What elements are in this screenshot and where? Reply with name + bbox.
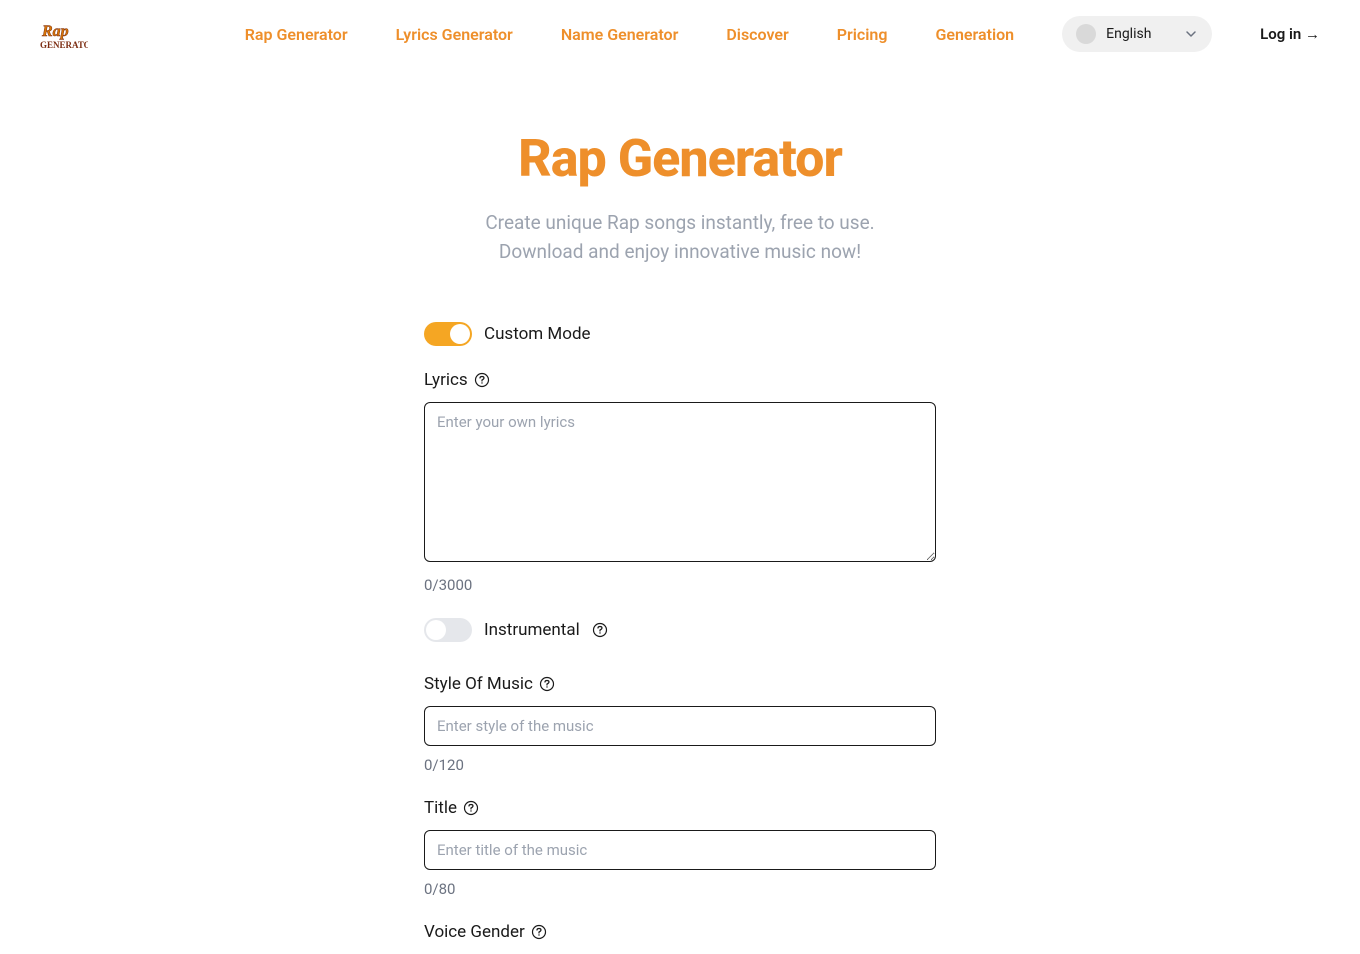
main-content: Rap Generator Create unique Rap songs in… <box>212 68 1148 942</box>
svg-text:GENERATOR: GENERATOR <box>40 40 88 50</box>
language-label: English <box>1106 26 1151 42</box>
toggle-knob <box>450 324 470 344</box>
header: Rap GENERATOR Rap Generator Lyrics Gener… <box>0 0 1360 68</box>
lyrics-label: Lyrics <box>424 370 468 390</box>
lyrics-counter: 0/3000 <box>424 576 936 594</box>
custom-mode-label: Custom Mode <box>484 324 591 344</box>
help-icon[interactable] <box>531 924 547 940</box>
custom-mode-toggle[interactable] <box>424 322 472 346</box>
nav-rap-generator[interactable]: Rap Generator <box>245 25 348 44</box>
page-subtitle: Create unique Rap songs instantly, free … <box>424 209 936 266</box>
help-icon[interactable] <box>474 372 490 388</box>
title-label-row: Title <box>424 798 936 818</box>
nav-lyrics-generator[interactable]: Lyrics Generator <box>396 25 513 44</box>
logo[interactable]: Rap GENERATOR <box>40 16 88 52</box>
style-input[interactable] <box>424 706 936 746</box>
help-icon[interactable] <box>463 800 479 816</box>
nav-discover[interactable]: Discover <box>726 25 788 44</box>
lyrics-label-row: Lyrics <box>424 370 936 390</box>
globe-icon <box>1076 24 1096 44</box>
login-link[interactable]: Log in → <box>1260 25 1320 43</box>
style-label-row: Style Of Music <box>424 674 936 694</box>
generator-form: Custom Mode Lyrics 0/3000 Instrumental <box>424 322 936 942</box>
voice-gender-label-row: Voice Gender <box>424 922 936 942</box>
main-nav: Rap Generator Lyrics Generator Name Gene… <box>108 16 1320 52</box>
title-counter: 0/80 <box>424 880 936 898</box>
instrumental-row: Instrumental <box>424 618 936 642</box>
custom-mode-row: Custom Mode <box>424 322 936 346</box>
lyrics-textarea[interactable] <box>424 402 936 562</box>
nav-name-generator[interactable]: Name Generator <box>561 25 679 44</box>
nav-pricing[interactable]: Pricing <box>837 25 888 44</box>
title-input[interactable] <box>424 830 936 870</box>
help-icon[interactable] <box>539 676 555 692</box>
page-title: Rap Generator <box>424 128 936 189</box>
instrumental-label: Instrumental <box>484 620 580 640</box>
style-counter: 0/120 <box>424 756 936 774</box>
style-label: Style Of Music <box>424 674 533 694</box>
chevron-down-icon <box>1184 27 1198 41</box>
help-icon[interactable] <box>592 622 608 638</box>
voice-gender-label: Voice Gender <box>424 922 525 942</box>
language-selector[interactable]: English <box>1062 16 1212 52</box>
nav-generation[interactable]: Generation <box>935 25 1014 44</box>
title-label: Title <box>424 798 457 818</box>
svg-text:Rap: Rap <box>41 23 69 40</box>
toggle-knob <box>426 620 446 640</box>
language-selector-left: English <box>1076 24 1151 44</box>
subtitle-line-1: Create unique Rap songs instantly, free … <box>485 211 874 234</box>
subtitle-line-2: Download and enjoy innovative music now! <box>499 240 861 263</box>
instrumental-toggle[interactable] <box>424 618 472 642</box>
